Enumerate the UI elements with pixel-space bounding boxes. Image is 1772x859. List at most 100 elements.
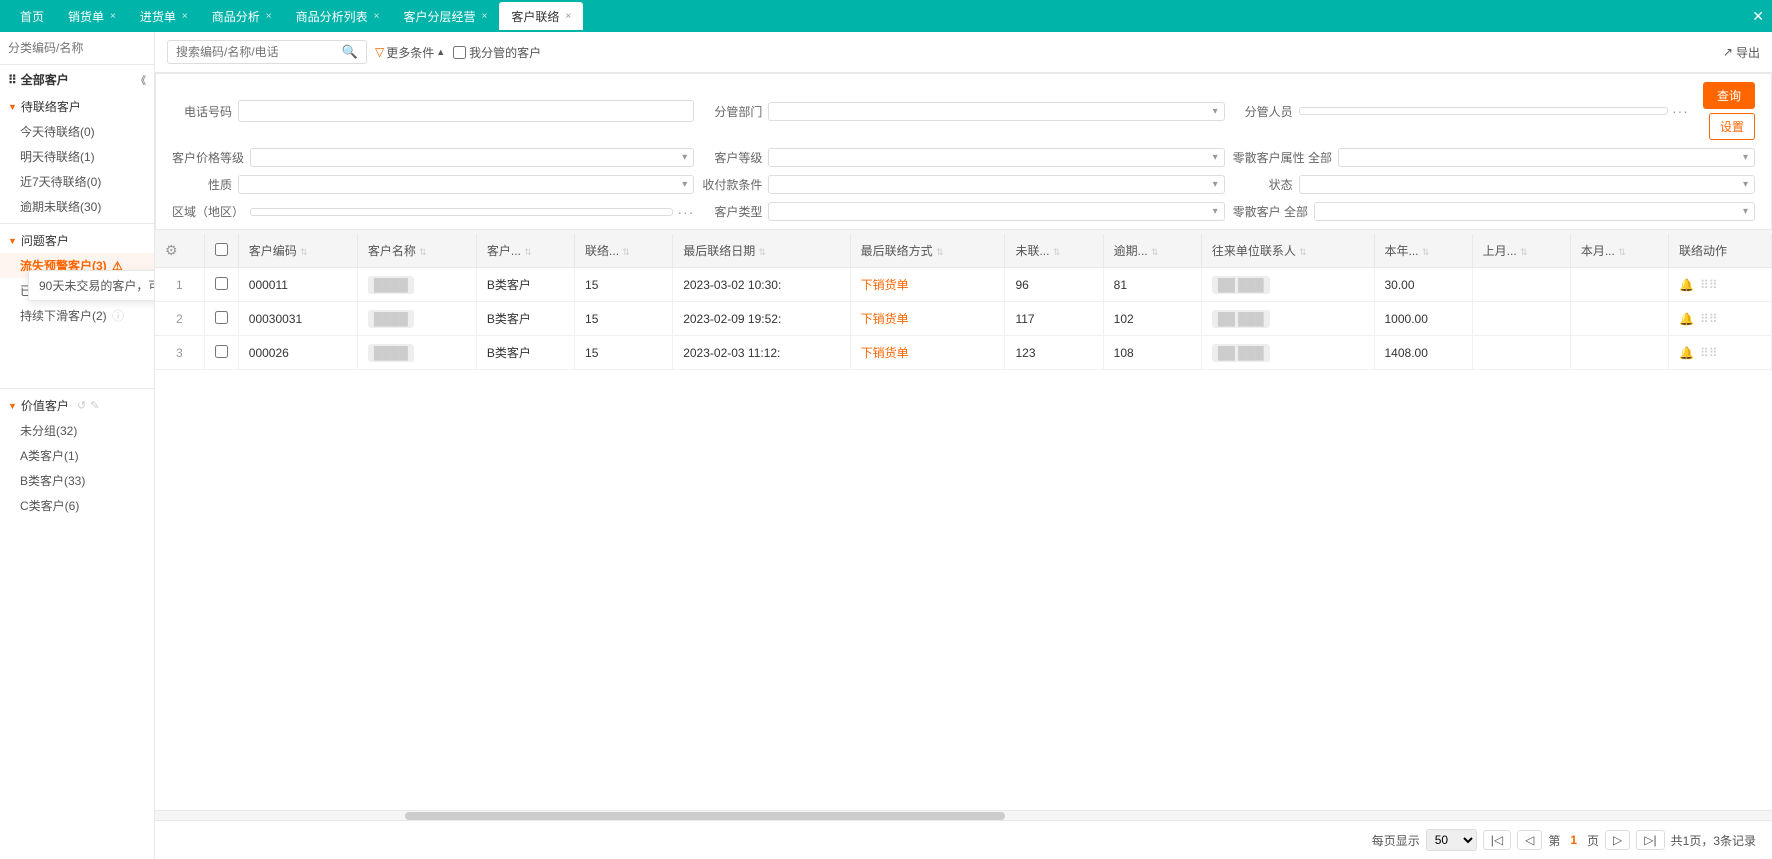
refresh-icon[interactable]: ↺: [77, 399, 86, 412]
filter-status-select[interactable]: ▾: [1299, 175, 1755, 194]
info-icon: ⓘ: [112, 309, 124, 323]
close-icon[interactable]: ×: [481, 11, 487, 22]
row-this-year: 1408.00: [1374, 336, 1472, 370]
sort-icon: ⇅: [524, 247, 532, 257]
close-icon[interactable]: ×: [182, 11, 188, 22]
filter-customer-level: 客户等级 ▾: [702, 148, 1224, 167]
tab-customer-layer[interactable]: 客户分层经营 ×: [391, 2, 499, 30]
edit-icon[interactable]: ✎: [90, 399, 99, 412]
page-label: 第: [1548, 832, 1560, 849]
sort-icon: ⇅: [1151, 247, 1159, 257]
action-more-icon[interactable]: ⠿⠿: [1700, 278, 1718, 292]
first-page-button[interactable]: |◁: [1483, 830, 1511, 850]
filter-phone-label: 电话号码: [172, 103, 232, 120]
next-page-button[interactable]: ▷: [1605, 830, 1630, 850]
sidebar-group-value[interactable]: ▼ 价值客户 ↺ ✎: [0, 393, 154, 418]
contact-method-link[interactable]: 下销货单: [861, 312, 909, 326]
filter-nature-select[interactable]: ▾: [238, 175, 694, 194]
col-type: 客户... ⇅: [476, 234, 574, 268]
tab-sales[interactable]: 销货单 ×: [56, 2, 128, 30]
contact-method-link[interactable]: 下销货单: [861, 278, 909, 292]
row-checkbox[interactable]: [215, 311, 228, 324]
sidebar-item-tomorrow-pending[interactable]: 明天待联络(1): [0, 144, 154, 169]
filter-manager-select[interactable]: [1299, 107, 1668, 115]
select-all-checkbox[interactable]: [215, 243, 228, 256]
row-last-month: [1472, 268, 1570, 302]
row-checkbox[interactable]: [215, 277, 228, 290]
action-bell-icon[interactable]: 🔔: [1679, 278, 1694, 292]
tab-customer-contact[interactable]: 客户联络 ×: [499, 2, 583, 30]
my-customers-check[interactable]: [453, 46, 466, 59]
filter-payment-select[interactable]: ▾: [768, 175, 1224, 194]
main-search-input[interactable]: [176, 45, 338, 59]
filter-ctype-select[interactable]: ▾: [768, 202, 1224, 221]
close-icon[interactable]: ×: [374, 11, 380, 22]
export-button[interactable]: ↗ 导出: [1723, 44, 1760, 61]
sidebar-item-7day-pending[interactable]: 近7天待联络(0): [0, 169, 154, 194]
filter-price-select[interactable]: ▾: [250, 148, 694, 167]
close-icon[interactable]: ×: [266, 11, 272, 22]
row-overdue: 102: [1103, 302, 1201, 336]
action-more-icon[interactable]: ⠿⠿: [1700, 312, 1718, 326]
tab-product-analysis[interactable]: 商品分析 ×: [200, 2, 284, 30]
sidebar-item-today-pending[interactable]: 今天待联络(0): [0, 119, 154, 144]
row-last-contact-date: 2023-02-03 11:12:: [673, 336, 850, 370]
settings-button[interactable]: 设置: [1709, 113, 1755, 140]
sidebar-item-overdue[interactable]: 逾期未联络(30): [0, 194, 154, 219]
chevron-down-icon: ▾: [1213, 206, 1218, 217]
filter-price-label: 客户价格等级: [172, 149, 244, 166]
col-last-method: 最后联络方式 ⇅: [850, 234, 1005, 268]
collapse-icon[interactable]: 《: [136, 72, 146, 87]
filter-zero-cust-select[interactable]: ▾: [1314, 202, 1755, 221]
my-customers-checkbox[interactable]: 我分管的客户: [453, 44, 541, 61]
sidebar-group-problem[interactable]: ▼ 问题客户: [0, 228, 154, 253]
prev-page-button[interactable]: ◁: [1517, 830, 1542, 850]
search-icon-orange[interactable]: 🔍: [342, 44, 358, 60]
toolbar: 🔍 ▽ 更多条件 ▲ 我分管的客户 ↗ 导出: [155, 32, 1772, 73]
sidebar-all-customers[interactable]: ⠿ 全部客户 《: [0, 65, 154, 94]
col-name: 客户名称 ⇅: [357, 234, 476, 268]
row-checkbox[interactable]: [215, 345, 228, 358]
filter-region-select[interactable]: [250, 208, 673, 216]
close-icon[interactable]: ×: [110, 11, 116, 22]
row-code: 00030031: [238, 302, 357, 336]
sidebar-item-declining[interactable]: 持续下滑客户(2) ⓘ: [0, 303, 154, 328]
row-action: 🔔 ⠿⠿: [1669, 268, 1772, 302]
query-button[interactable]: 查询: [1703, 82, 1755, 109]
filter-ctype-label: 客户类型: [702, 203, 762, 220]
horizontal-scrollbar[interactable]: [155, 810, 1772, 820]
dots-icon[interactable]: ···: [677, 204, 694, 220]
chevron-down-icon: ▾: [1743, 206, 1748, 217]
grid-icon: ⠿: [8, 73, 17, 87]
sort-icon: ⇅: [1053, 247, 1061, 257]
sidebar-search-input[interactable]: [8, 41, 155, 55]
filter-level-select[interactable]: ▾: [768, 148, 1224, 167]
dots-icon[interactable]: ···: [1672, 103, 1689, 119]
action-bell-icon[interactable]: 🔔: [1679, 346, 1694, 360]
last-page-button[interactable]: ▷|: [1636, 830, 1664, 850]
sidebar-item-c-class[interactable]: C类客户(6): [0, 493, 154, 518]
contact-method-link[interactable]: 下销货单: [861, 346, 909, 360]
sidebar-group-pending[interactable]: ▼ 待联络客户: [0, 94, 154, 119]
per-page-select[interactable]: 50 20 100: [1426, 829, 1477, 851]
tab-product-analysis-list[interactable]: 商品分析列表 ×: [284, 2, 392, 30]
row-uncontacted: 123: [1005, 336, 1103, 370]
window-close-button[interactable]: ✕: [1752, 8, 1764, 25]
sidebar-item-a-class[interactable]: A类客户(1): [0, 443, 154, 468]
tab-purchase[interactable]: 进货单 ×: [128, 2, 200, 30]
more-conditions-button[interactable]: ▽ 更多条件 ▲: [375, 44, 445, 61]
filter-phone: 电话号码: [172, 100, 694, 122]
data-table-area: ⚙ 客户编码 ⇅ 客户名称 ⇅ 客户... ⇅ 联络... ⇅ 最后联络日期 ⇅…: [155, 234, 1772, 810]
filter-zero-attr-select[interactable]: ▾: [1338, 148, 1755, 167]
scrollbar-thumb[interactable]: [405, 812, 1005, 820]
tab-home[interactable]: 首页: [8, 2, 56, 30]
action-bell-icon[interactable]: 🔔: [1679, 312, 1694, 326]
filter-phone-input[interactable]: [238, 100, 694, 122]
row-last-contact-date: 2023-03-02 10:30:: [673, 268, 850, 302]
filter-dept-select[interactable]: ▾: [768, 102, 1224, 121]
sidebar-item-b-class[interactable]: B类客户(33): [0, 468, 154, 493]
close-icon[interactable]: ×: [565, 11, 571, 22]
action-more-icon[interactable]: ⠿⠿: [1700, 346, 1718, 360]
sidebar-item-ungrouped[interactable]: 未分组(32): [0, 418, 154, 443]
gear-button[interactable]: ⚙: [165, 242, 178, 259]
